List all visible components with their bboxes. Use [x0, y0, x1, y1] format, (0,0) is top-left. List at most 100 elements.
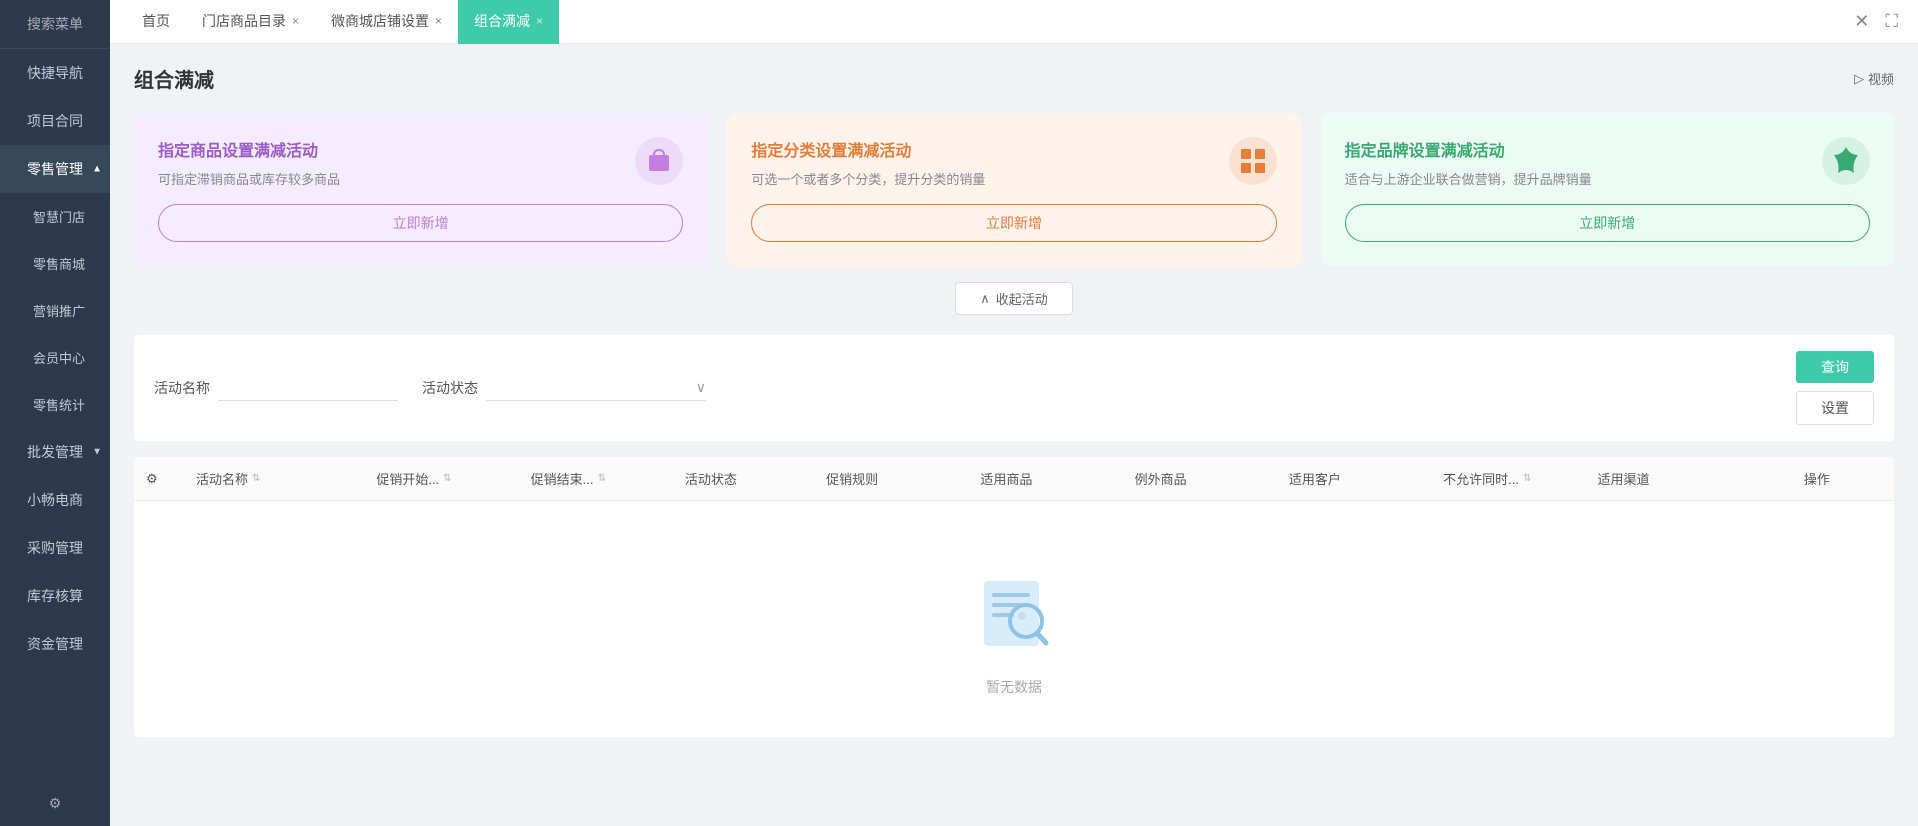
- query-button[interactable]: 查询: [1796, 351, 1874, 383]
- sidebar-item-xiaochangec[interactable]: 小畅电商: [0, 476, 110, 524]
- th-gear[interactable]: ⚙: [134, 471, 184, 487]
- collapse-arrow-icon: ∧: [980, 291, 990, 307]
- empty-text: 暂无数据: [986, 677, 1042, 697]
- th-except-label: 例外商品: [1135, 469, 1187, 488]
- th-end-label: 促销结束...: [531, 469, 594, 488]
- th-op: 操作: [1740, 469, 1894, 488]
- sidebar-item-retail-mall[interactable]: 零售商城: [0, 240, 110, 287]
- th-start-label: 促销开始...: [376, 469, 439, 488]
- th-name-label: 活动名称: [196, 469, 248, 488]
- category-card-btn[interactable]: 立即新增: [751, 204, 1276, 242]
- sidebar-item-quick-nav[interactable]: 快捷导航: [0, 49, 110, 97]
- th-channel-label: 适用渠道: [1597, 469, 1649, 488]
- th-status: 活动状态: [673, 469, 814, 488]
- video-link[interactable]: ▷ 视频: [1854, 69, 1894, 88]
- sidebar-item-membership[interactable]: 会员中心: [0, 334, 110, 381]
- sidebar-search[interactable]: 搜索菜单: [0, 0, 110, 49]
- th-goods: 适用商品: [968, 469, 1122, 488]
- table-header: ⚙ 活动名称 ⇅ 促销开始... ⇅ 促销结束... ⇅ 活动状态: [134, 457, 1894, 501]
- brand-card-title: 指定品牌设置满减活动: [1345, 137, 1870, 161]
- th-channel: 适用渠道: [1585, 469, 1739, 488]
- tab-store-catalog-close[interactable]: ×: [292, 14, 299, 28]
- sidebar-item-wholesale-mgmt[interactable]: 批发管理: [0, 428, 110, 476]
- main-area: 首页 门店商品目录 × 微商城店铺设置 × 组合满减 × ✕ ⛶ 组合满减 ▷ …: [110, 0, 1918, 826]
- brand-card: 指定品牌设置满减活动 适合与上游企业联合做营销，提升品牌销量 立即新增: [1321, 113, 1894, 266]
- product-card-btn[interactable]: 立即新增: [158, 204, 683, 242]
- sidebar-settings-btn[interactable]: ⚙: [0, 781, 110, 826]
- sort-name-icon: ⇅: [252, 473, 260, 484]
- window-maximize-btn[interactable]: ⛶: [1881, 7, 1902, 36]
- sidebar-item-capital-mgmt[interactable]: 资金管理: [0, 620, 110, 668]
- tab-mini-shop-label: 微商城店铺设置: [331, 11, 429, 31]
- product-card-title: 指定商品设置满减活动: [158, 137, 683, 161]
- tab-mini-shop-settings[interactable]: 微商城店铺设置 ×: [315, 0, 458, 44]
- th-end[interactable]: 促销结束... ⇅: [519, 469, 673, 488]
- category-card: 指定分类设置满减活动 可选一个或者多个分类，提升分类的销量 立即新增: [727, 113, 1300, 266]
- th-start[interactable]: 促销开始... ⇅: [364, 469, 518, 488]
- gear-icon: ⚙: [146, 471, 158, 487]
- sort-concurrent-icon: ⇅: [1523, 473, 1531, 484]
- cards-container: 指定商品设置满减活动 可指定滞销商品或库存较多商品 立即新增 指定分类设置满减活…: [134, 113, 1894, 266]
- th-name[interactable]: 活动名称 ⇅: [184, 469, 364, 488]
- empty-state: 暂无数据: [134, 501, 1894, 737]
- tab-bar: 首页 门店商品目录 × 微商城店铺设置 × 组合满减 × ✕ ⛶: [110, 0, 1918, 44]
- tab-mini-shop-close[interactable]: ×: [435, 14, 442, 28]
- category-card-title: 指定分类设置满减活动: [751, 137, 1276, 161]
- th-concurrent-label: 不允许同时...: [1443, 469, 1519, 488]
- setting-button[interactable]: 设置: [1796, 391, 1874, 425]
- product-card-desc: 可指定滞销商品或库存较多商品: [158, 169, 683, 188]
- brand-card-btn[interactable]: 立即新增: [1345, 204, 1870, 242]
- tab-combo-discount-close[interactable]: ×: [536, 14, 543, 28]
- sidebar-item-inventory-calc[interactable]: 库存核算: [0, 572, 110, 620]
- th-except: 例外商品: [1123, 469, 1277, 488]
- th-op-label: 操作: [1804, 469, 1830, 488]
- activity-name-input[interactable]: [218, 376, 398, 401]
- th-customer: 适用客户: [1277, 469, 1431, 488]
- category-card-icon: [1229, 137, 1277, 194]
- th-status-label: 活动状态: [685, 469, 737, 488]
- brand-card-desc: 适合与上游企业联合做营销，提升品牌销量: [1345, 169, 1870, 188]
- tab-combo-discount-label: 组合满减: [474, 11, 530, 31]
- th-customer-label: 适用客户: [1289, 469, 1341, 488]
- filter-area: 活动名称 活动状态 ∨ 查询 设置: [134, 335, 1894, 441]
- sort-start-icon: ⇅: [443, 473, 451, 484]
- th-rule: 促销规则: [814, 469, 968, 488]
- filter-activity-name: 活动名称: [154, 376, 398, 401]
- sidebar-item-purchase-mgmt[interactable]: 采购管理: [0, 524, 110, 572]
- chevron-down-icon: ∨: [696, 379, 706, 396]
- brand-card-icon: [1822, 137, 1870, 194]
- table-container: ⚙ 活动名称 ⇅ 促销开始... ⇅ 促销结束... ⇅ 活动状态: [134, 457, 1894, 737]
- activity-status-select[interactable]: ∨: [486, 375, 706, 401]
- category-card-desc: 可选一个或者多个分类，提升分类的销量: [751, 169, 1276, 188]
- tab-home[interactable]: 首页: [126, 0, 186, 44]
- tab-store-catalog[interactable]: 门店商品目录 ×: [186, 0, 315, 44]
- sidebar-item-retail-mgmt[interactable]: 零售管理: [0, 145, 110, 193]
- activity-name-label: 活动名称: [154, 378, 210, 398]
- sidebar-item-marketing[interactable]: 营销推广: [0, 287, 110, 334]
- collapse-btn-label: 收起活动: [996, 289, 1048, 308]
- tab-combo-discount[interactable]: 组合满减 ×: [458, 0, 559, 44]
- sidebar-item-project-contract[interactable]: 项目合同: [0, 97, 110, 145]
- page-header: 组合满减 ▷ 视频: [134, 64, 1894, 93]
- tab-home-label: 首页: [142, 11, 170, 31]
- th-rule-label: 促销规则: [826, 469, 878, 488]
- sidebar: 搜索菜单 快捷导航 项目合同 零售管理 智慧门店 零售商城 营销推广 会员中心 …: [0, 0, 110, 826]
- filter-actions: 查询 设置: [1796, 351, 1874, 425]
- activity-status-label: 活动状态: [422, 378, 478, 398]
- th-concurrent[interactable]: 不允许同时... ⇅: [1431, 469, 1585, 488]
- tab-actions: ✕ ⛶: [1850, 7, 1902, 36]
- sidebar-item-retail-stats[interactable]: 零售统计: [0, 381, 110, 428]
- window-close-btn[interactable]: ✕: [1850, 7, 1873, 36]
- filter-activity-status: 活动状态 ∨: [422, 375, 706, 401]
- collapse-activities-btn[interactable]: ∧ 收起活动: [955, 282, 1073, 315]
- th-goods-label: 适用商品: [980, 469, 1032, 488]
- product-card: 指定商品设置满减活动 可指定滞销商品或库存较多商品 立即新增: [134, 113, 707, 266]
- sort-end-icon: ⇅: [597, 473, 605, 484]
- video-label: 视频: [1868, 69, 1894, 88]
- product-card-icon: [635, 137, 683, 194]
- collapse-bar: ∧ 收起活动: [134, 282, 1894, 315]
- page-content: 组合满减 ▷ 视频 指定商品设置满减活动 可指定滞销商品或库存较多商品: [110, 44, 1918, 826]
- play-icon: ▷: [1854, 71, 1864, 87]
- sidebar-item-smart-store[interactable]: 智慧门店: [0, 193, 110, 240]
- page-title: 组合满减: [134, 64, 214, 93]
